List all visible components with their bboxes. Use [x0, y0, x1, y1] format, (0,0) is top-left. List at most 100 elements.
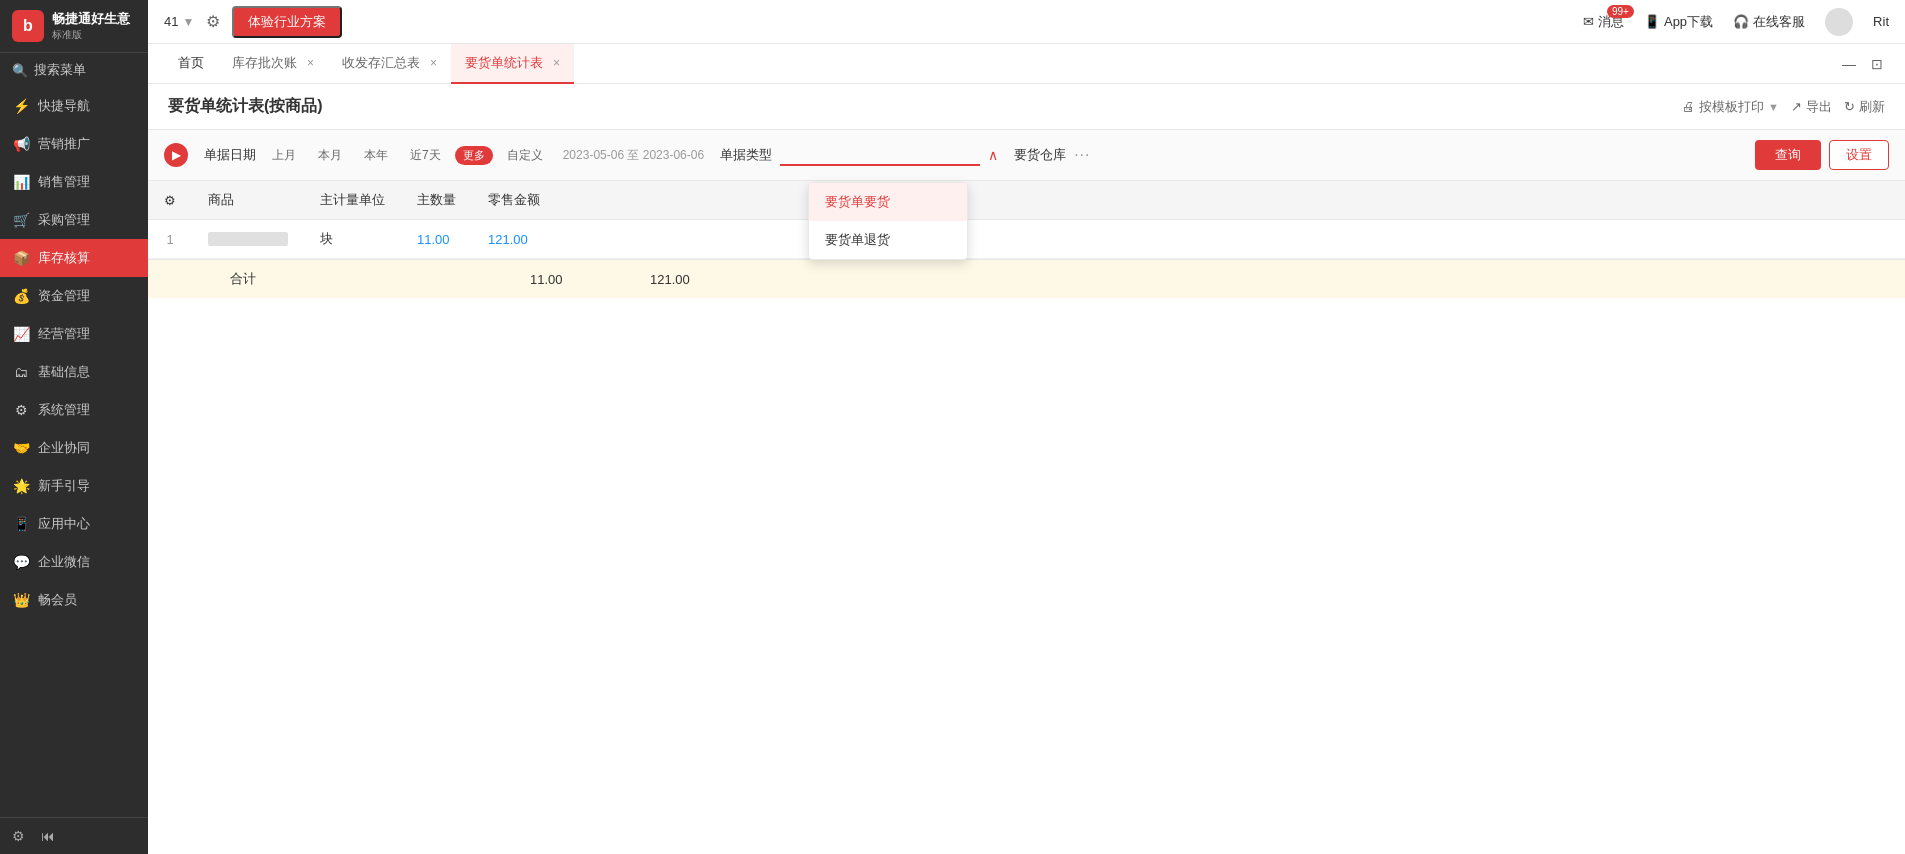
filter-toggle-btn[interactable]: ▶ — [164, 143, 188, 167]
query-button[interactable]: 查询 — [1755, 140, 1821, 170]
tab-order-stat-close[interactable]: × — [553, 56, 560, 70]
basics-icon: 🗂 — [12, 364, 30, 380]
search-icon: 🔍 — [12, 63, 28, 78]
trial-button[interactable]: 体验行业方案 — [232, 6, 342, 38]
print-chevron-icon: ▼ — [1768, 101, 1779, 113]
topbar-online-service[interactable]: 🎧 在线客服 — [1733, 13, 1805, 31]
refresh-icon: ↻ — [1844, 99, 1855, 114]
chevron-right-icon: ▶ — [172, 148, 181, 162]
quick-nav-icon: ⚡ — [12, 98, 30, 114]
tab-inventory-batch[interactable]: 库存批次账 × — [218, 44, 328, 84]
inventory-icon: 📦 — [12, 250, 30, 266]
topbar: 41 ▼ ⚙ 体验行业方案 ✉ 消息 99+ 📱 App下载 🎧 在线客服 Ri… — [148, 0, 1905, 44]
page-header: 要货单统计表(按商品) 🖨 按模板打印 ▼ ↗ 导出 ↻ 刷新 — [148, 84, 1905, 130]
topbar-gear-icon[interactable]: ⚙ — [206, 12, 220, 31]
type-filter-input[interactable] — [780, 145, 980, 166]
sidebar-item-guide[interactable]: 🌟 新手引导 — [0, 467, 148, 505]
operations-icon: 📈 — [12, 326, 30, 342]
message-badge: 99+ — [1607, 5, 1634, 18]
tabbar-minimize-btn[interactable]: — — [1837, 52, 1861, 76]
type-filter-arrow[interactable]: ∧ — [988, 147, 998, 163]
filter-warehouse-group: 要货仓库 ··· — [1014, 146, 1090, 164]
logo-icon: b — [12, 10, 44, 42]
col-settings[interactable]: ⚙ — [148, 181, 192, 220]
warehouse-filter-dots[interactable]: ··· — [1074, 146, 1090, 164]
filter-bar: ▶ 单据日期 上月 本月 本年 近7天 更多 自定义 2023-05-06 至 … — [148, 130, 1905, 181]
app-center-icon: 📱 — [12, 516, 30, 532]
user-avatar[interactable] — [1825, 8, 1853, 36]
tabbar-actions: — ⊡ — [1837, 52, 1889, 76]
guide-icon: 🌟 — [12, 478, 30, 494]
date-btn-this-year[interactable]: 本年 — [356, 144, 396, 167]
sidebar-item-marketing[interactable]: 📢 营销推广 — [0, 125, 148, 163]
type-dropdown: 要货单要货 要货单退货 — [808, 182, 968, 260]
date-btn-custom[interactable]: 自定义 — [499, 144, 551, 167]
filter-date-group: 单据日期 上月 本月 本年 近7天 更多 自定义 2023-05-06 至 20… — [204, 144, 704, 167]
sidebar-item-quick-nav[interactable]: ⚡ 快捷导航 — [0, 87, 148, 125]
dropdown-item-order-goods[interactable]: 要货单要货 — [809, 183, 967, 221]
topbar-store-selector[interactable]: 41 ▼ — [164, 14, 194, 29]
product-placeholder — [208, 232, 288, 246]
sidebar-item-app-center[interactable]: 📱 应用中心 — [0, 505, 148, 543]
footer-amount: 121.00 — [634, 272, 754, 287]
sidebar-item-wechat[interactable]: 💬 企业微信 — [0, 543, 148, 581]
settings-bottom-icon[interactable]: ⚙ — [12, 828, 25, 844]
topbar-app-download[interactable]: 📱 App下载 — [1644, 13, 1713, 31]
sidebar-item-basics[interactable]: 🗂 基础信息 — [0, 353, 148, 391]
row-product — [192, 220, 304, 259]
collapse-icon[interactable]: ⏮ — [41, 828, 55, 844]
sidebar-item-purchase[interactable]: 🛒 采购管理 — [0, 201, 148, 239]
sidebar-item-operations[interactable]: 📈 经营管理 — [0, 315, 148, 353]
tab-order-stat[interactable]: 要货单统计表 × — [451, 44, 574, 84]
amount-link[interactable]: 121.00 — [488, 232, 528, 247]
logo-text: 畅捷通好生意 标准版 — [52, 11, 130, 41]
sidebar-item-sales[interactable]: 📊 销售管理 — [0, 163, 148, 201]
date-btn-more[interactable]: 更多 — [455, 146, 493, 165]
table-footer: 合计 11.00 121.00 — [148, 259, 1905, 298]
dropdown-item-order-return[interactable]: 要货单退货 — [809, 221, 967, 259]
qty-link[interactable]: 11.00 — [417, 232, 450, 247]
sidebar-item-enterprise[interactable]: 🤝 企业协同 — [0, 429, 148, 467]
sidebar-search-btn[interactable]: 🔍 搜索菜单 — [0, 53, 148, 87]
page-area: 要货单统计表(按商品) 🖨 按模板打印 ▼ ↗ 导出 ↻ 刷新 — [148, 84, 1905, 854]
finance-icon: 💰 — [12, 288, 30, 304]
refresh-button[interactable]: ↻ 刷新 — [1844, 98, 1885, 116]
sidebar-item-inventory[interactable]: 📦 库存核算 — [0, 239, 148, 277]
phone-icon: 📱 — [1644, 14, 1660, 29]
table-area: ⚙ 商品 主计量单位 主数量 零售金额 1 — [148, 181, 1905, 259]
sales-icon: 📊 — [12, 174, 30, 190]
row-unit: 块 — [304, 220, 401, 259]
filter-actions: 查询 设置 — [1755, 140, 1889, 170]
topbar-right: ✉ 消息 99+ 📱 App下载 🎧 在线客服 Rit — [1583, 8, 1889, 36]
warehouse-filter-label: 要货仓库 — [1014, 146, 1066, 164]
topbar-messages[interactable]: ✉ 消息 99+ — [1583, 13, 1624, 31]
col-product: 商品 — [192, 181, 304, 220]
username-label[interactable]: Rit — [1873, 14, 1889, 29]
sidebar-item-system[interactable]: ⚙ 系统管理 — [0, 391, 148, 429]
member-icon: 👑 — [12, 592, 30, 608]
print-icon: 🖨 — [1682, 99, 1695, 114]
col-extra — [556, 181, 1905, 220]
tab-recv-summary-close[interactable]: × — [430, 56, 437, 70]
tab-home[interactable]: 首页 — [164, 44, 218, 84]
col-amount: 零售金额 — [472, 181, 556, 220]
date-btn-last-month[interactable]: 上月 — [264, 144, 304, 167]
date-range-display: 2023-05-06 至 2023-06-06 — [563, 147, 704, 164]
settings-button[interactable]: 设置 — [1829, 140, 1889, 170]
date-btn-7days[interactable]: 近7天 — [402, 144, 449, 167]
tab-inventory-batch-close[interactable]: × — [307, 56, 314, 70]
filter-dates: 上月 本月 本年 近7天 更多 自定义 — [264, 144, 551, 167]
footer-total-label: 合计 — [214, 270, 314, 288]
tabbar-expand-btn[interactable]: ⊡ — [1865, 52, 1889, 76]
sidebar-bottom: ⚙ ⏮ — [0, 817, 148, 854]
headset-icon: 🎧 — [1733, 14, 1749, 29]
sidebar-item-member[interactable]: 👑 畅会员 — [0, 581, 148, 619]
date-btn-this-month[interactable]: 本月 — [310, 144, 350, 167]
row-amount: 121.00 — [472, 220, 556, 259]
purchase-icon: 🛒 — [12, 212, 30, 228]
sidebar-item-finance[interactable]: 💰 资金管理 — [0, 277, 148, 315]
enterprise-icon: 🤝 — [12, 440, 30, 456]
print-button[interactable]: 🖨 按模板打印 ▼ — [1682, 98, 1779, 116]
export-button[interactable]: ↗ 导出 — [1791, 98, 1832, 116]
tab-recv-summary[interactable]: 收发存汇总表 × — [328, 44, 451, 84]
